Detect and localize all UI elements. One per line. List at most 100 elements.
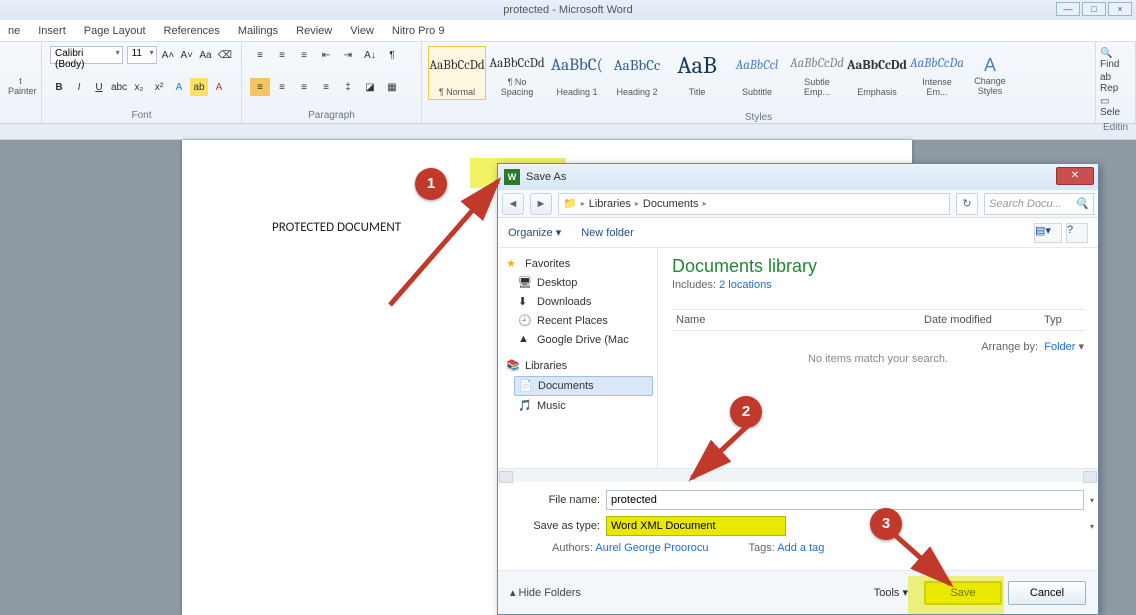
style-subtleemp[interactable]: AaBbCcDdSubtle Emp... [788, 46, 846, 100]
style-nospacing[interactable]: AaBbCcDd¶ No Spacing [488, 46, 546, 100]
filename-input[interactable]: protected▾ [606, 490, 1084, 510]
dialog-close-button[interactable]: ✕ [1056, 167, 1094, 185]
forward-button[interactable]: ► [530, 193, 552, 215]
nav-downloads[interactable]: ⬇Downloads [502, 293, 653, 311]
h-scrollbar[interactable] [498, 468, 1098, 482]
col-type[interactable]: Typ [1044, 314, 1084, 326]
bullets-icon[interactable]: ≡ [250, 46, 270, 64]
breadcrumb[interactable]: 📁 ▸ Libraries ▸ Documents ▸ [558, 193, 950, 215]
linespace-icon[interactable]: ‡ [338, 78, 358, 96]
multilevel-icon[interactable]: ≡ [294, 46, 314, 64]
authors-link[interactable]: Aurel George Proorocu [595, 542, 708, 554]
style-title[interactable]: AaBTitle [668, 46, 726, 100]
tags-link[interactable]: Add a tag [777, 542, 824, 554]
font-color-icon[interactable]: A [210, 78, 228, 96]
nav-libraries[interactable]: 📚Libraries [502, 357, 653, 375]
help-button[interactable]: ? [1066, 223, 1088, 243]
underline-icon[interactable]: U [90, 78, 108, 96]
strike-icon[interactable]: abc [110, 78, 128, 96]
find-button[interactable]: 🔍 Find [1100, 48, 1131, 70]
nav-documents[interactable]: 📄Documents [514, 376, 653, 396]
view-button[interactable]: ▤▾ [1034, 223, 1062, 243]
align-center-icon[interactable]: ≡ [272, 78, 292, 96]
organize-menu[interactable]: Organize ▾ [508, 226, 561, 239]
style-intenseem[interactable]: AaBbCcDaIntense Em... [908, 46, 966, 100]
indent-dec-icon[interactable]: ⇤ [316, 46, 336, 64]
bold-icon[interactable]: B [50, 78, 68, 96]
format-painter[interactable]: t Painter [8, 76, 33, 96]
window-title: protected - Microsoft Word [503, 4, 632, 16]
text-effects-icon[interactable]: A [170, 78, 188, 96]
nav-tree[interactable]: ★Favorites 🖥Desktop ⬇Downloads 🕘Recent P… [498, 248, 658, 468]
tab-pagelayout[interactable]: Page Layout [82, 23, 148, 39]
includes-link[interactable]: 2 locations [719, 279, 772, 291]
style-emphasis[interactable]: AaBbCcDdEmphasis [848, 46, 906, 100]
nav-gdrive[interactable]: ▲Google Drive (Mac [502, 331, 653, 349]
shading-icon[interactable]: ◪ [360, 78, 380, 96]
tab-mailings[interactable]: Mailings [236, 23, 280, 39]
highlight-icon[interactable]: ab [190, 78, 208, 96]
col-name[interactable]: Name [672, 314, 924, 326]
tab-home[interactable]: ne [6, 23, 22, 39]
justify-icon[interactable]: ≡ [316, 78, 336, 96]
style-normal[interactable]: AaBbCcDd¶ Normal [428, 46, 486, 100]
tab-nitro[interactable]: Nitro Pro 9 [390, 23, 447, 39]
numbering-icon[interactable]: ≡ [272, 46, 292, 64]
subscript-icon[interactable]: x₂ [130, 78, 148, 96]
arrange-by[interactable]: Arrange by: Folder ▾ [981, 340, 1084, 353]
font-size-select[interactable]: 11 [127, 46, 157, 64]
nav-recent[interactable]: 🕘Recent Places [502, 312, 653, 330]
italic-icon[interactable]: I [70, 78, 88, 96]
tab-view[interactable]: View [348, 23, 376, 39]
menubar: ne Insert Page Layout References Mailing… [0, 20, 1136, 42]
align-left-icon[interactable]: ≡ [250, 78, 270, 96]
callout-2: 2 [730, 396, 762, 428]
tools-menu[interactable]: Tools ▾ [874, 586, 908, 599]
save-button[interactable]: Save [924, 581, 1002, 605]
borders-icon[interactable]: ▦ [382, 78, 402, 96]
showmarks-icon[interactable]: ¶ [382, 46, 402, 64]
refresh-button[interactable]: ↻ [956, 193, 978, 215]
clear-format-icon[interactable]: ⌫ [217, 46, 233, 64]
font-name-select[interactable]: Calibri (Body) [50, 46, 123, 64]
style-subtitle[interactable]: AaBbCclSubtitle [728, 46, 786, 100]
style-heading2[interactable]: AaBbCcHeading 2 [608, 46, 666, 100]
word-icon: W [504, 169, 520, 185]
style-heading1[interactable]: AaBbC(Heading 1 [548, 46, 606, 100]
file-pane: Documents library Includes: 2 locations … [658, 248, 1098, 468]
group-font-label: Font [50, 110, 233, 121]
change-case-icon[interactable]: Aa [198, 46, 213, 64]
maximize-button[interactable]: □ [1082, 2, 1106, 16]
nav-desktop[interactable]: 🖥Desktop [502, 274, 653, 292]
tab-insert[interactable]: Insert [36, 23, 68, 39]
nav-music[interactable]: 🎵Music [502, 397, 653, 415]
hide-folders[interactable]: ▴Hide Folders [510, 586, 581, 599]
align-right-icon[interactable]: ≡ [294, 78, 314, 96]
nav-favorites[interactable]: ★Favorites [502, 255, 653, 273]
change-styles[interactable]: AChange Styles [968, 51, 1012, 96]
close-button[interactable]: × [1108, 2, 1132, 16]
crumb-libraries[interactable]: Libraries [589, 198, 631, 210]
select-button[interactable]: ▭ Sele [1100, 96, 1131, 118]
search-input[interactable]: Search Docu...🔍 [984, 193, 1094, 215]
sort-icon[interactable]: A↓ [360, 46, 380, 64]
column-headers[interactable]: Name Date modified Typ [672, 309, 1084, 331]
back-button[interactable]: ◄ [502, 193, 524, 215]
superscript-icon[interactable]: x² [150, 78, 168, 96]
minimize-button[interactable]: — [1056, 2, 1080, 16]
replace-button[interactable]: ab Rep [1100, 72, 1131, 94]
empty-message: No items match your search. [672, 353, 1084, 365]
shrink-font-icon[interactable]: A˅ [179, 46, 194, 64]
savetype-select[interactable]: Word XML Document [606, 516, 786, 536]
dialog-titlebar[interactable]: W Save As ✕ [498, 164, 1098, 190]
grow-font-icon[interactable]: A˄ [161, 46, 176, 64]
col-date[interactable]: Date modified [924, 314, 1044, 326]
crumb-documents[interactable]: Documents [643, 198, 699, 210]
tab-review[interactable]: Review [294, 23, 334, 39]
cancel-button[interactable]: Cancel [1008, 581, 1086, 605]
styles-gallery[interactable]: AaBbCcDd¶ Normal AaBbCcDd¶ No Spacing Aa… [422, 42, 1095, 104]
indent-inc-icon[interactable]: ⇥ [338, 46, 358, 64]
folder-icon: 📁 [563, 197, 577, 210]
tab-references[interactable]: References [162, 23, 222, 39]
new-folder-button[interactable]: New folder [581, 227, 634, 239]
